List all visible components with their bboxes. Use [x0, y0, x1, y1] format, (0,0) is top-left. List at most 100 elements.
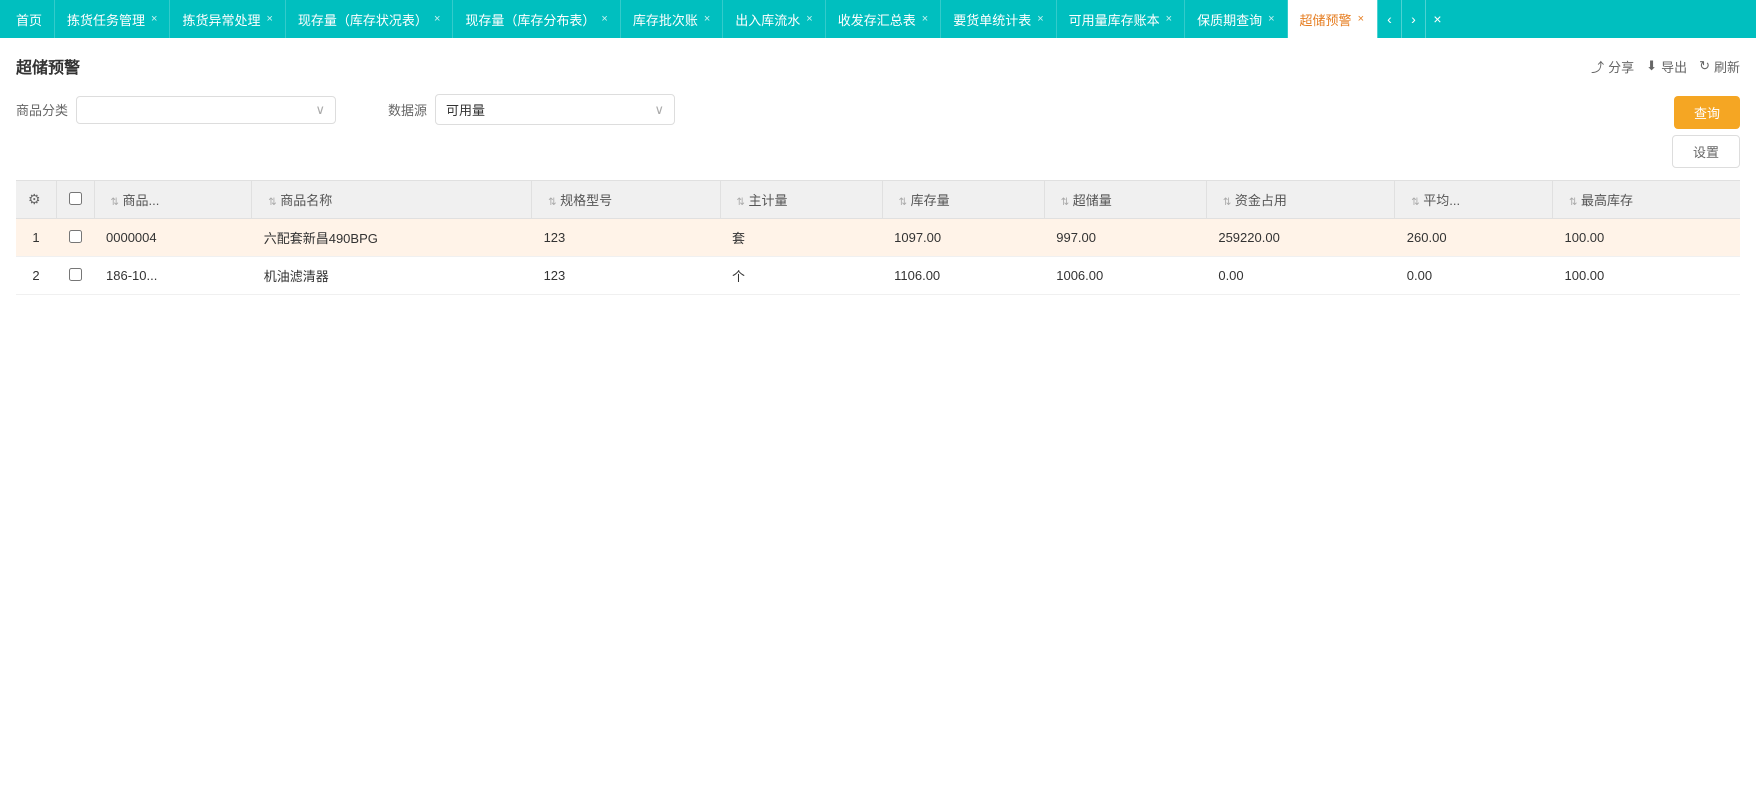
table-row: 2 186-10... 机油滤清器 123 个 1106.00 1006.00 …: [16, 257, 1740, 295]
nav-close-button[interactable]: ×: [1425, 0, 1449, 38]
th-product-code[interactable]: ⇅ 商品...: [94, 181, 252, 219]
cell-product-code: 0000004: [94, 219, 252, 257]
close-icon[interactable]: ×: [806, 13, 812, 25]
sort-icon: ⇅: [1061, 197, 1069, 208]
cell-avg: 0.00: [1395, 257, 1553, 295]
th-stock[interactable]: ⇅ 库存量: [882, 181, 1044, 219]
datasource-select[interactable]: 可用量 ∨: [435, 94, 675, 125]
cell-product-name: 六配套新昌490BPG: [252, 219, 532, 257]
th-capital[interactable]: ⇅ 资金占用: [1206, 181, 1394, 219]
close-icon[interactable]: ×: [1166, 13, 1172, 25]
cell-max-stock: 100.00: [1553, 219, 1741, 257]
sort-icon: ⇅: [1411, 197, 1419, 208]
close-icon[interactable]: ×: [434, 13, 440, 25]
page-title: 超储预警: [16, 54, 80, 78]
nav-item-task[interactable]: 拣货任务管理 ×: [55, 0, 170, 38]
refresh-icon: ↻: [1699, 58, 1710, 74]
cell-capital: 0.00: [1206, 257, 1394, 295]
nav-item-order-stat[interactable]: 要货单统计表 ×: [941, 0, 1056, 38]
nav-item-summary[interactable]: 收发存汇总表 ×: [826, 0, 941, 38]
cell-overstock: 997.00: [1044, 219, 1206, 257]
cell-max-stock: 100.00: [1553, 257, 1741, 295]
cell-stock: 1106.00: [882, 257, 1044, 295]
share-button[interactable]: ⤴ 分享: [1591, 57, 1634, 76]
category-filter-group: 商品分类 ∨: [16, 96, 336, 124]
row-checkbox[interactable]: [69, 268, 82, 281]
nav-item-home[interactable]: 首页: [4, 0, 55, 38]
main-content: 超储预警 ⤴ 分享 ⬇ 导出 ↻ 刷新: [0, 38, 1756, 800]
row-checkbox-cell[interactable]: [56, 219, 94, 257]
nav-item-stock-dist[interactable]: 现存量（库存分布表） ×: [453, 0, 620, 38]
th-spec[interactable]: ⇅ 规格型号: [532, 181, 720, 219]
sort-icon: ⇅: [1569, 197, 1577, 208]
cell-spec: 123: [532, 257, 720, 295]
cell-product-code: 186-10...: [94, 257, 252, 295]
th-product-name[interactable]: ⇅ 商品名称: [252, 181, 532, 219]
sort-icon: ⇅: [1223, 197, 1231, 208]
close-icon[interactable]: ×: [266, 13, 272, 25]
datasource-filter-group: 数据源 可用量 ∨: [388, 94, 675, 125]
nav-prev-button[interactable]: ‹: [1377, 0, 1401, 38]
sort-icon: ⇅: [268, 197, 276, 208]
content-wrap: 超储预警 ⤴ 分享 ⬇ 导出 ↻ 刷新: [16, 54, 1740, 295]
cell-stock: 1097.00: [882, 219, 1044, 257]
cell-avg: 260.00: [1395, 219, 1553, 257]
export-icon: ⬇: [1646, 58, 1657, 74]
header-actions: ⤴ 分享 ⬇ 导出 ↻ 刷新: [1591, 57, 1740, 76]
cell-unit: 套: [720, 219, 882, 257]
filter-line: 商品分类 ∨ 数据源 可用量 ∨: [16, 94, 1656, 125]
nav-item-flow[interactable]: 出入库流水 ×: [723, 0, 825, 38]
export-button[interactable]: ⬇ 导出: [1646, 57, 1687, 76]
close-icon[interactable]: ×: [601, 13, 607, 25]
sort-icon: ⇅: [111, 197, 119, 208]
nav-bar: 首页 拣货任务管理 × 拣货异常处理 × 现存量（库存状况表） × 现存量（库存…: [0, 0, 1756, 38]
settings-button[interactable]: 设置: [1672, 135, 1740, 168]
nav-next-button[interactable]: ›: [1401, 0, 1425, 38]
cell-product-name: 机油滤清器: [252, 257, 532, 295]
cell-capital: 259220.00: [1206, 219, 1394, 257]
close-icon[interactable]: ×: [1037, 13, 1043, 25]
data-table: ⚙ ⇅ 商品... ⇅ 商品名称 ⇅ 规格型号: [16, 180, 1740, 295]
table-row: 1 0000004 六配套新昌490BPG 123 套 1097.00 997.…: [16, 219, 1740, 257]
nav-item-overstock[interactable]: 超储预警 ×: [1288, 0, 1377, 38]
th-unit[interactable]: ⇅ 主计量: [720, 181, 882, 219]
nav-item-available[interactable]: 可用量库存账本 ×: [1057, 0, 1185, 38]
sort-icon: ⇅: [548, 197, 556, 208]
close-icon[interactable]: ×: [151, 13, 157, 25]
nav-item-expiry[interactable]: 保质期查询 ×: [1185, 0, 1287, 38]
close-icon[interactable]: ×: [1358, 13, 1364, 25]
table-header-row: ⚙ ⇅ 商品... ⇅ 商品名称 ⇅ 规格型号: [16, 181, 1740, 219]
gear-icon[interactable]: ⚙: [28, 191, 41, 207]
datasource-value: 可用量: [446, 100, 485, 119]
refresh-button[interactable]: ↻ 刷新: [1699, 57, 1740, 76]
nav-item-batch[interactable]: 库存批次账 ×: [621, 0, 723, 38]
close-icon[interactable]: ×: [1268, 13, 1274, 25]
th-gear[interactable]: ⚙: [16, 181, 56, 219]
row-checkbox-cell[interactable]: [56, 257, 94, 295]
nav-item-stock-status[interactable]: 现存量（库存状况表） ×: [286, 0, 453, 38]
th-avg[interactable]: ⇅ 平均...: [1395, 181, 1553, 219]
datasource-label: 数据源: [388, 100, 427, 119]
share-icon: ⤴: [1591, 57, 1604, 76]
page-header: 超储预警 ⤴ 分享 ⬇ 导出 ↻ 刷新: [16, 54, 1740, 78]
select-all-checkbox[interactable]: [69, 192, 82, 205]
query-button[interactable]: 查询: [1674, 96, 1740, 129]
sort-icon: ⇅: [737, 197, 745, 208]
row-checkbox[interactable]: [69, 230, 82, 243]
cell-unit: 个: [720, 257, 882, 295]
category-select[interactable]: ∨: [76, 96, 336, 124]
cell-spec: 123: [532, 219, 720, 257]
close-icon[interactable]: ×: [922, 13, 928, 25]
th-overstock[interactable]: ⇅ 超储量: [1044, 181, 1206, 219]
nav-item-exception[interactable]: 拣货异常处理 ×: [170, 0, 285, 38]
chevron-down-icon: ∨: [655, 102, 665, 118]
chevron-down-icon: ∨: [316, 102, 326, 118]
sort-icon: ⇅: [899, 197, 907, 208]
close-icon[interactable]: ×: [704, 13, 710, 25]
row-num: 1: [16, 219, 56, 257]
cell-overstock: 1006.00: [1044, 257, 1206, 295]
row-num: 2: [16, 257, 56, 295]
th-checkbox[interactable]: [56, 181, 94, 219]
th-max-stock[interactable]: ⇅ 最高库存: [1553, 181, 1741, 219]
category-label: 商品分类: [16, 100, 68, 119]
